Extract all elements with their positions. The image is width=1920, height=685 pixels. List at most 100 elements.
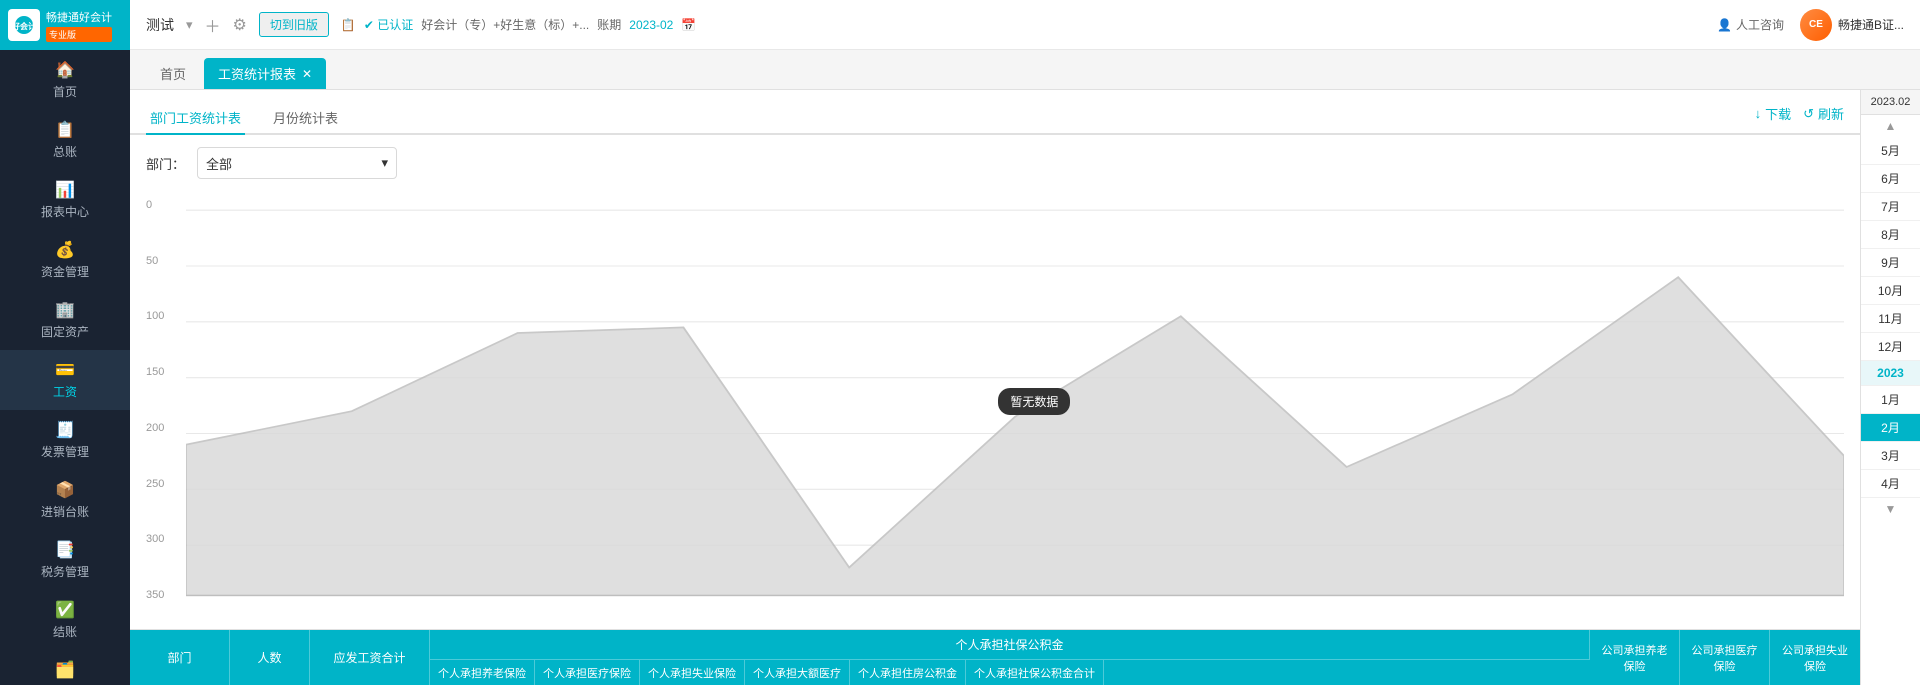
sub-tab-month[interactable]: 月份统计表 xyxy=(269,102,342,135)
invoice-icon: 🧾 xyxy=(55,420,75,440)
col-people: 人数 xyxy=(230,630,310,685)
date-1[interactable]: 1月 xyxy=(1861,386,1920,414)
sidebar-nav: 🏠首页📋总账📊报表中心💰资金管理🏢固定资产💳工资🧾发票管理📦进销台账📑税务管理✅… xyxy=(0,50,130,685)
chart-tooltip: 暂无数据 xyxy=(998,388,1070,415)
topbar: 测试 ▾ ＋ ⚙ 切到旧版 📋 ✔ 已认证 好会计（专）+好生意（标）+... … xyxy=(130,0,1920,50)
tab-payroll-report[interactable]: 工资统计报表 ✕ xyxy=(204,58,326,89)
sidebar-item-close[interactable]: ✅ 结账 xyxy=(0,590,130,650)
date-9[interactable]: 9月 xyxy=(1861,249,1920,277)
period-label: 账期 xyxy=(597,16,621,33)
sidebar-label-tax: 税务管理 xyxy=(41,563,89,580)
status-good: 好会计（专）+好生意（标）+... xyxy=(421,16,589,33)
date-11[interactable]: 11月 xyxy=(1861,305,1920,333)
sidebar-label-invoice: 发票管理 xyxy=(41,443,89,460)
col-total-salary: 应发工资合计 xyxy=(310,630,430,685)
topbar-title: 测试 xyxy=(146,15,174,35)
date-nav-down[interactable]: ▼ xyxy=(1861,498,1920,520)
date-6[interactable]: 6月 xyxy=(1861,165,1920,193)
payroll-icon: 💳 xyxy=(55,360,75,380)
sidebar-item-reports[interactable]: 📊 报表中心 xyxy=(0,170,130,230)
sidebar-label-payroll: 工资 xyxy=(53,383,77,400)
user-name: 畅捷通B证... xyxy=(1838,16,1904,33)
home-icon: 🏠 xyxy=(55,60,75,80)
col-personal-medical: 个人承担医疗保险 xyxy=(535,660,640,685)
logo-badge: 专业版 xyxy=(46,27,112,42)
reports-icon: 📊 xyxy=(55,180,75,200)
sidebar-item-invoice[interactable]: 🧾 发票管理 xyxy=(0,410,130,470)
sidebar-item-assets[interactable]: 🏢 固定资产 xyxy=(0,290,130,350)
topbar-dropdown-icon[interactable]: ▾ xyxy=(186,17,193,33)
tabbar: 首页 工资统计报表 ✕ xyxy=(130,50,1920,90)
chevron-down-icon: ▾ xyxy=(381,155,388,171)
funds-icon: 💰 xyxy=(55,240,75,260)
group-header-personal: 个人承担社保公积金 xyxy=(430,630,1590,660)
sidebar-label-ledger: 总账 xyxy=(53,143,77,160)
avatar: CE xyxy=(1800,9,1832,41)
sidebar-item-funds[interactable]: 💰 资金管理 xyxy=(0,230,130,290)
close-icon: ✅ xyxy=(55,600,75,620)
tab-home[interactable]: 首页 xyxy=(146,58,200,89)
col-company-unemployment: 公司承担失业保险 xyxy=(1770,630,1860,685)
date-8[interactable]: 8月 xyxy=(1861,221,1920,249)
date-year-2023: 2023 xyxy=(1861,361,1920,386)
download-btn[interactable]: ↓ 下载 xyxy=(1755,104,1792,123)
date-10[interactable]: 10月 xyxy=(1861,277,1920,305)
logo-text: 畅捷通好会计 xyxy=(46,9,112,25)
calendar-icon[interactable]: 📅 xyxy=(681,18,696,32)
download-icon: ↓ xyxy=(1755,106,1762,121)
switch-old-btn[interactable]: 切到旧版 xyxy=(259,12,329,37)
sidebar-item-purchase[interactable]: 📦进销台账 xyxy=(0,470,130,530)
help-btn[interactable]: 👤 人工咨询 xyxy=(1717,16,1784,33)
main-area: 测试 ▾ ＋ ⚙ 切到旧版 📋 ✔ 已认证 好会计（专）+好生意（标）+... … xyxy=(130,0,1920,685)
sidebar-label-assets: 固定资产 xyxy=(41,323,89,340)
date-2[interactable]: 2月 xyxy=(1861,414,1920,442)
user-menu[interactable]: CE 畅捷通B证... xyxy=(1800,9,1904,41)
sub-tabs: 部门工资统计表 月份统计表 ↓ 下载 ↺ 刷新 xyxy=(130,90,1860,135)
sidebar-item-tax[interactable]: 📑税务管理 xyxy=(0,530,130,590)
group-sub-personal: 个人承担养老保险 个人承担医疗保险 个人承担失业保险 个人承担大额医疗 个人承担… xyxy=(430,660,1590,685)
col-personal-pension: 个人承担养老保险 xyxy=(430,660,535,685)
col-company-pension: 公司承担养老保险 xyxy=(1590,630,1680,685)
refresh-icon: ↺ xyxy=(1803,106,1814,122)
sidebar-label-close: 结账 xyxy=(53,623,77,640)
date-7[interactable]: 7月 xyxy=(1861,193,1920,221)
topbar-settings-icon[interactable]: ⚙ xyxy=(233,15,247,35)
sub-tab-dept[interactable]: 部门工资统计表 xyxy=(146,102,245,135)
ledger-icon: 📋 xyxy=(55,120,75,140)
archive-icon: 🗂️ xyxy=(55,660,75,680)
chart-area: 350 300 250 200 150 100 50 0 xyxy=(130,191,1860,629)
filter-bar: 部门： 全部 ▾ xyxy=(130,135,1860,191)
purchase-icon: 📦 xyxy=(55,480,75,500)
date-12[interactable]: 12月 xyxy=(1861,333,1920,361)
refresh-btn[interactable]: ↺ 刷新 xyxy=(1803,104,1844,123)
tab-close-icon[interactable]: ✕ xyxy=(302,67,312,81)
sidebar-item-home[interactable]: 🏠首页 xyxy=(0,50,130,110)
topbar-right: 👤 人工咨询 CE 畅捷通B证... xyxy=(1717,9,1904,41)
chart-container: 350 300 250 200 150 100 50 0 xyxy=(146,199,1844,621)
date-panel: 2023.02 ▲ 5月 6月 7月 8月 9月 10月 11月 12月 202… xyxy=(1860,90,1920,685)
date-5[interactable]: 5月 xyxy=(1861,137,1920,165)
topbar-status: 📋 ✔ 已认证 好会计（专）+好生意（标）+... 账期 2023-02 📅 xyxy=(341,16,696,33)
svg-text:好会计: 好会计 xyxy=(14,21,34,31)
help-label: 人工咨询 xyxy=(1736,16,1784,33)
date-4[interactable]: 4月 xyxy=(1861,470,1920,498)
dept-select[interactable]: 全部 ▾ xyxy=(197,147,397,179)
date-nav-up[interactable]: ▲ xyxy=(1861,115,1920,137)
sidebar-item-archive[interactable]: 🗂️归档管理 xyxy=(0,650,130,685)
logo-icon: 好会计 xyxy=(8,9,40,41)
y-axis: 350 300 250 200 150 100 50 0 xyxy=(146,199,186,601)
date-3[interactable]: 3月 xyxy=(1861,442,1920,470)
col-dept: 部门 xyxy=(130,630,230,685)
topbar-add-icon[interactable]: ＋ xyxy=(205,13,221,37)
col-personal-housing: 个人承担住房公积金 xyxy=(850,660,966,685)
sidebar-item-ledger[interactable]: 📋 总账 xyxy=(0,110,130,170)
sidebar-label-funds: 资金管理 xyxy=(41,263,89,280)
assets-icon: 🏢 xyxy=(55,300,75,320)
chart-inner: 暂无数据 xyxy=(186,199,1844,601)
main-panel: 部门工资统计表 月份统计表 ↓ 下载 ↺ 刷新 xyxy=(130,90,1860,685)
sidebar-item-payroll[interactable]: 💳 工资 xyxy=(0,350,130,410)
sidebar: 好会计 畅捷通好会计 专业版 🏠首页 📋 总账 📊 报表中心 💰 资金管理 🏢 固定资产 💳 工资 🧾… xyxy=(0,0,130,685)
sidebar-label-reports: 报表中心 xyxy=(41,203,89,220)
date-display: 2023.02 xyxy=(1861,90,1920,115)
col-group-personal: 个人承担社保公积金 个人承担养老保险 个人承担医疗保险 个人承担失业保险 个人承… xyxy=(430,630,1590,685)
